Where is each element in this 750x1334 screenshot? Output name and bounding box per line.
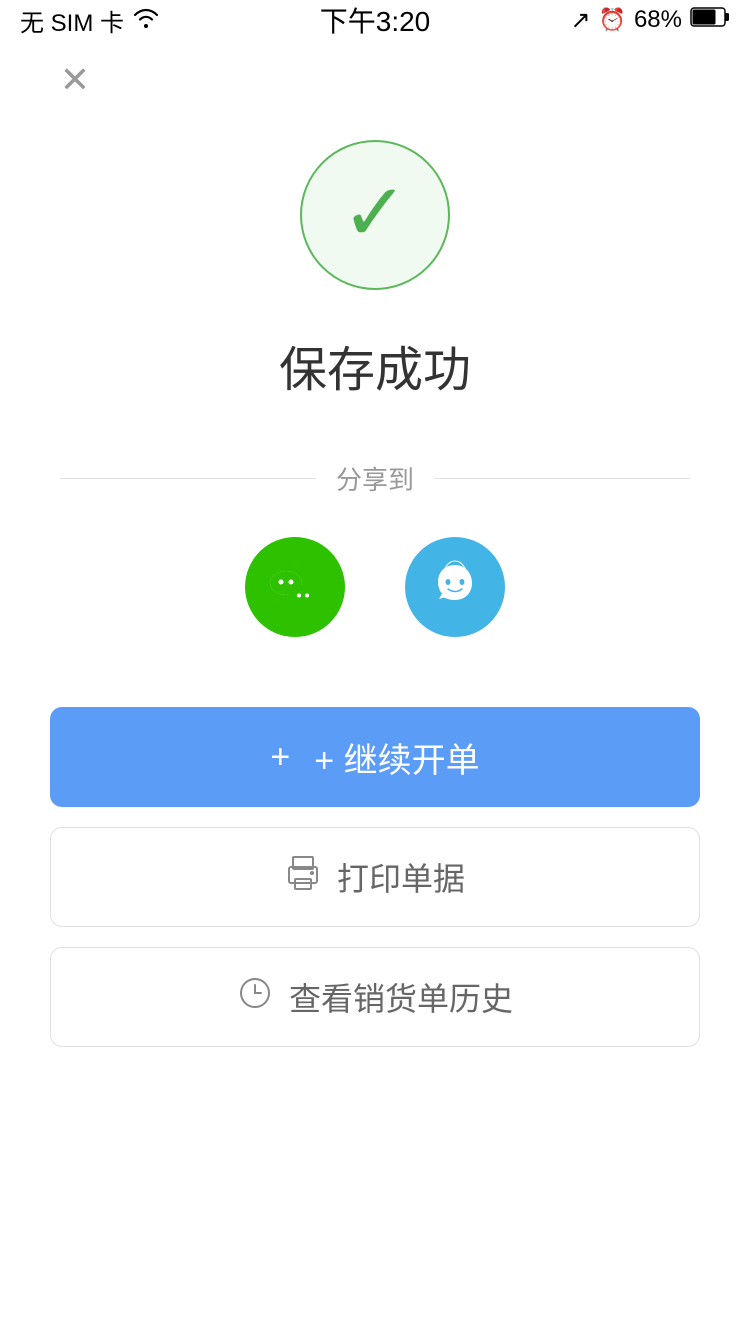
history-label: 查看销货单历史 xyxy=(289,974,513,1020)
share-icons-container xyxy=(245,537,505,637)
status-left: 无 SIM 卡 xyxy=(20,3,160,38)
share-divider: 分享到 xyxy=(0,460,750,497)
continue-label: + 继续开单 xyxy=(314,733,479,782)
sim-status: 无 SIM 卡 xyxy=(20,3,124,38)
battery-icon xyxy=(690,6,730,35)
print-label: 打印单据 xyxy=(337,854,465,900)
success-title: 保存成功 xyxy=(279,330,471,400)
print-button[interactable]: 打印单据 xyxy=(50,827,700,927)
main-content: ✓ 保存成功 分享到 xyxy=(0,40,750,1334)
success-circle: ✓ xyxy=(300,140,450,290)
status-time: 下午3:20 xyxy=(320,0,431,40)
close-icon: ✕ xyxy=(60,59,90,101)
qq-share-button[interactable] xyxy=(405,537,505,637)
buttons-container: + + 继续开单 打印单据 查看销货单历史 xyxy=(0,707,750,1047)
share-label: 分享到 xyxy=(316,460,434,497)
plus-icon: + xyxy=(270,738,290,777)
battery-percent: 68% xyxy=(634,6,682,34)
history-icon xyxy=(237,975,273,1020)
divider-line-left xyxy=(60,478,316,479)
continue-button[interactable]: + + 继续开单 xyxy=(50,707,700,807)
wechat-share-button[interactable] xyxy=(245,537,345,637)
history-button[interactable]: 查看销货单历史 xyxy=(50,947,700,1047)
location-icon: ↗ xyxy=(570,6,590,35)
close-button[interactable]: ✕ xyxy=(50,55,100,105)
checkmark-icon: ✓ xyxy=(341,173,408,253)
alarm-icon: ⏰ xyxy=(599,7,626,33)
divider-line-right xyxy=(434,478,690,479)
status-right: ↗ ⏰ 68% xyxy=(570,6,730,35)
print-icon xyxy=(285,855,321,899)
wifi-icon xyxy=(132,6,160,35)
status-bar: 无 SIM 卡 下午3:20 ↗ ⏰ 68% xyxy=(0,0,750,40)
